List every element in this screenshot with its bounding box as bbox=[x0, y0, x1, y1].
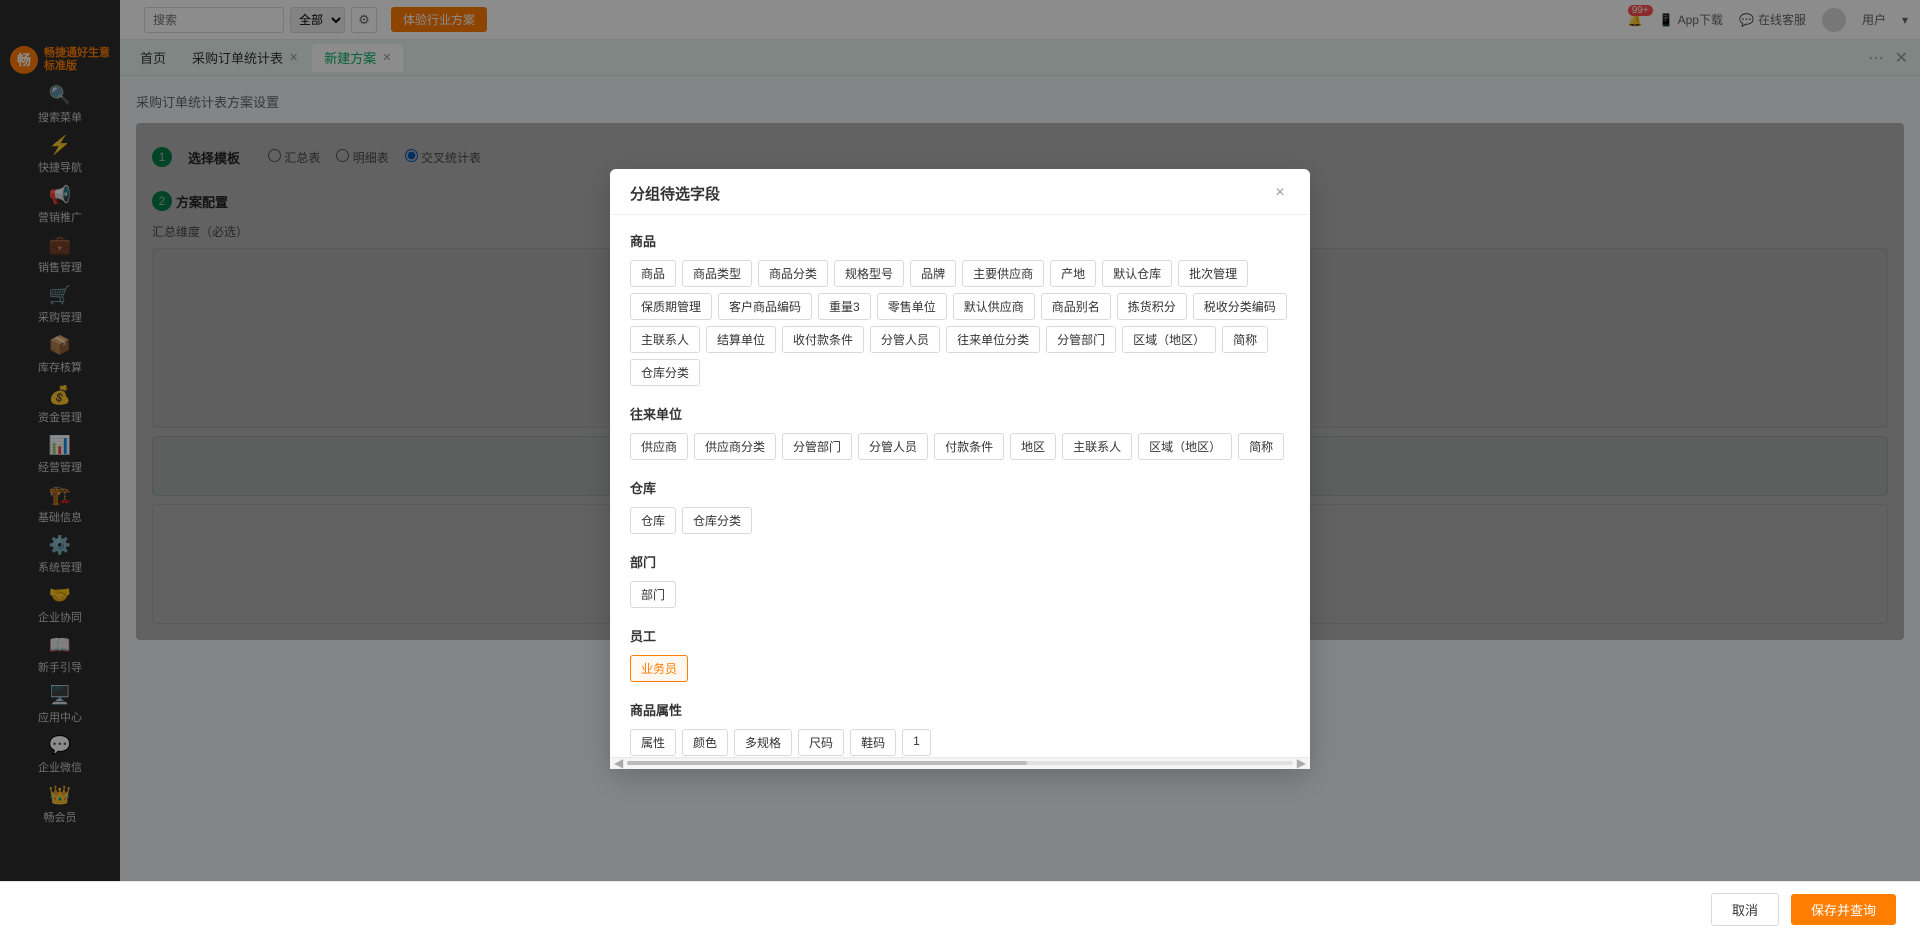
field-tag-employee-0[interactable]: 业务员 bbox=[630, 655, 688, 682]
field-tag-product-12[interactable]: 零售单位 bbox=[877, 293, 947, 320]
field-tag-product-25[interactable]: 仓库分类 bbox=[630, 359, 700, 386]
section-title-employee: 员工 bbox=[630, 626, 1290, 645]
field-tag-product-23[interactable]: 区域（地区） bbox=[1122, 326, 1216, 353]
section-partner: 往来单位供应商供应商分类分管部门分管人员付款条件地区主联系人区域（地区）简称 bbox=[630, 404, 1290, 460]
section-employee: 员工业务员 bbox=[630, 626, 1290, 682]
field-tag-product-15[interactable]: 拣货积分 bbox=[1117, 293, 1187, 320]
modal-body[interactable]: 商品商品商品类型商品分类规格型号品牌主要供应商产地默认仓库批次管理保质期管理客户… bbox=[610, 215, 1310, 757]
field-tag-product-4[interactable]: 品牌 bbox=[910, 260, 956, 287]
field-tag-product-10[interactable]: 客户商品编码 bbox=[718, 293, 812, 320]
section-fields-department: 部门 bbox=[630, 581, 1290, 608]
section-fields-product_attr: 属性颜色多规格尺码鞋码1 bbox=[630, 729, 1290, 756]
field-tag-product-20[interactable]: 分管人员 bbox=[870, 326, 940, 353]
field-tag-product-14[interactable]: 商品别名 bbox=[1041, 293, 1111, 320]
modal-footer: 取消 保存并查询 bbox=[0, 881, 1920, 937]
section-title-product: 商品 bbox=[630, 231, 1290, 250]
section-fields-product: 商品商品类型商品分类规格型号品牌主要供应商产地默认仓库批次管理保质期管理客户商品… bbox=[630, 260, 1290, 386]
field-tag-product_attr-1[interactable]: 颜色 bbox=[682, 729, 728, 756]
field-tag-partner-4[interactable]: 付款条件 bbox=[934, 433, 1004, 460]
section-fields-employee: 业务员 bbox=[630, 655, 1290, 682]
field-tag-product-19[interactable]: 收付款条件 bbox=[782, 326, 864, 353]
section-department: 部门部门 bbox=[630, 552, 1290, 608]
field-tag-product_attr-2[interactable]: 多规格 bbox=[734, 729, 792, 756]
section-warehouse: 仓库仓库仓库分类 bbox=[630, 478, 1290, 534]
section-title-warehouse: 仓库 bbox=[630, 478, 1290, 497]
field-tag-product-1[interactable]: 商品类型 bbox=[682, 260, 752, 287]
field-tag-product_attr-0[interactable]: 属性 bbox=[630, 729, 676, 756]
field-tag-product-21[interactable]: 往来单位分类 bbox=[946, 326, 1040, 353]
field-tag-partner-3[interactable]: 分管人员 bbox=[858, 433, 928, 460]
field-tag-product_attr-3[interactable]: 尺码 bbox=[798, 729, 844, 756]
section-title-department: 部门 bbox=[630, 552, 1290, 571]
field-tag-partner-8[interactable]: 简称 bbox=[1238, 433, 1284, 460]
field-tag-product-3[interactable]: 规格型号 bbox=[834, 260, 904, 287]
section-fields-warehouse: 仓库仓库分类 bbox=[630, 507, 1290, 534]
field-tag-product-22[interactable]: 分管部门 bbox=[1046, 326, 1116, 353]
field-tag-partner-2[interactable]: 分管部门 bbox=[782, 433, 852, 460]
section-title-partner: 往来单位 bbox=[630, 404, 1290, 423]
section-fields-partner: 供应商供应商分类分管部门分管人员付款条件地区主联系人区域（地区）简称 bbox=[630, 433, 1290, 460]
cancel-button[interactable]: 取消 bbox=[1711, 893, 1779, 926]
field-tag-product-2[interactable]: 商品分类 bbox=[758, 260, 828, 287]
field-tag-partner-0[interactable]: 供应商 bbox=[630, 433, 688, 460]
field-tag-product-0[interactable]: 商品 bbox=[630, 260, 676, 287]
modal-scrollbar: ◀ ▶ bbox=[610, 757, 1310, 769]
field-tag-product_attr-5[interactable]: 1 bbox=[902, 729, 931, 756]
field-tag-product-5[interactable]: 主要供应商 bbox=[962, 260, 1044, 287]
field-tag-partner-5[interactable]: 地区 bbox=[1010, 433, 1056, 460]
field-tag-department-0[interactable]: 部门 bbox=[630, 581, 676, 608]
field-tag-product_attr-4[interactable]: 鞋码 bbox=[850, 729, 896, 756]
modal-close-button[interactable]: × bbox=[1270, 183, 1290, 203]
field-tag-product-24[interactable]: 简称 bbox=[1222, 326, 1268, 353]
section-product_attr: 商品属性属性颜色多规格尺码鞋码1 bbox=[630, 700, 1290, 756]
field-tag-warehouse-0[interactable]: 仓库 bbox=[630, 507, 676, 534]
section-product: 商品商品商品类型商品分类规格型号品牌主要供应商产地默认仓库批次管理保质期管理客户… bbox=[630, 231, 1290, 386]
field-tag-product-13[interactable]: 默认供应商 bbox=[953, 293, 1035, 320]
modal-dialog: 分组待选字段 × 商品商品商品类型商品分类规格型号品牌主要供应商产地默认仓库批次… bbox=[610, 169, 1310, 769]
horizontal-scrollbar-track[interactable] bbox=[627, 761, 1293, 765]
save-query-button[interactable]: 保存并查询 bbox=[1791, 894, 1896, 925]
field-tag-product-9[interactable]: 保质期管理 bbox=[630, 293, 712, 320]
modal-header: 分组待选字段 × bbox=[610, 169, 1310, 215]
modal-overlay: 分组待选字段 × 商品商品商品类型商品分类规格型号品牌主要供应商产地默认仓库批次… bbox=[0, 0, 1920, 937]
field-tag-product-16[interactable]: 税收分类编码 bbox=[1193, 293, 1287, 320]
modal-title: 分组待选字段 bbox=[630, 183, 720, 204]
field-tag-product-8[interactable]: 批次管理 bbox=[1178, 260, 1248, 287]
field-tag-warehouse-1[interactable]: 仓库分类 bbox=[682, 507, 752, 534]
field-tag-partner-1[interactable]: 供应商分类 bbox=[694, 433, 776, 460]
field-tag-partner-7[interactable]: 区域（地区） bbox=[1138, 433, 1232, 460]
field-tag-product-17[interactable]: 主联系人 bbox=[630, 326, 700, 353]
field-tag-product-6[interactable]: 产地 bbox=[1050, 260, 1096, 287]
field-tag-product-18[interactable]: 结算单位 bbox=[706, 326, 776, 353]
field-tag-product-7[interactable]: 默认仓库 bbox=[1102, 260, 1172, 287]
section-title-product_attr: 商品属性 bbox=[630, 700, 1290, 719]
field-tag-product-11[interactable]: 重量3 bbox=[818, 293, 871, 320]
field-tag-partner-6[interactable]: 主联系人 bbox=[1062, 433, 1132, 460]
